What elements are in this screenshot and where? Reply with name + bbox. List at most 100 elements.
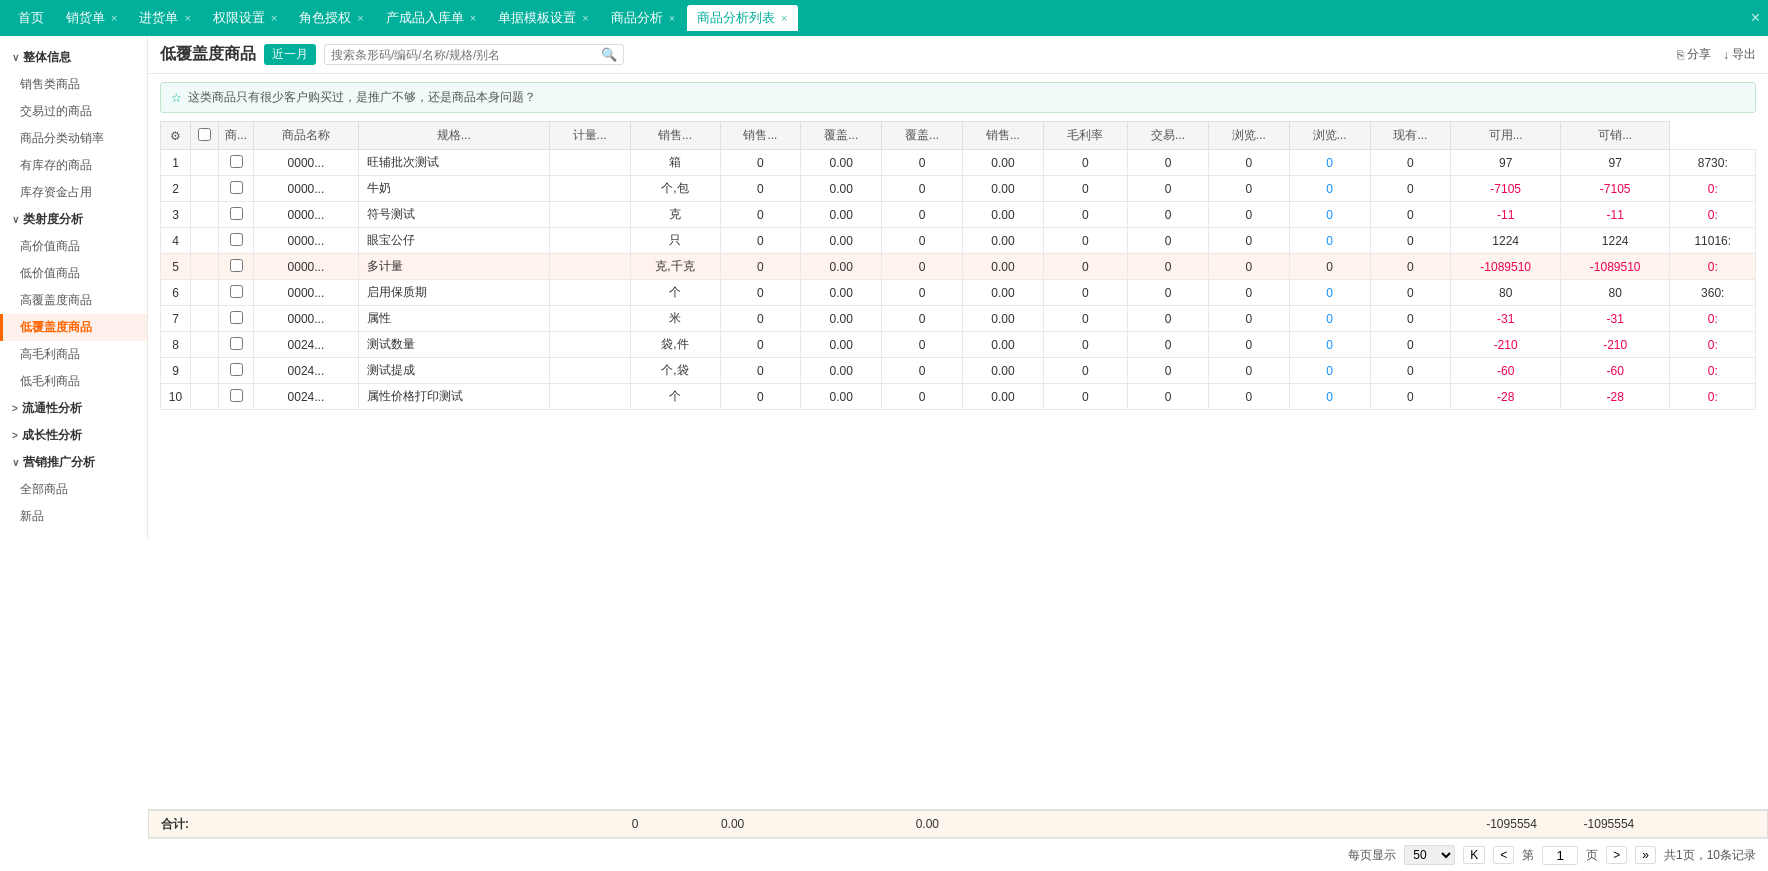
row-checkbox-cell[interactable] — [219, 150, 254, 176]
sidebar-item-high-value[interactable]: 高价值商品 — [0, 233, 147, 260]
close-tab-icon[interactable]: × — [357, 12, 363, 24]
sidebar-section-growth[interactable]: > 成长性分析 — [0, 422, 147, 449]
row-checkbox[interactable] — [230, 207, 243, 220]
sidebar-item-all-goods[interactable]: 全部商品 — [0, 476, 147, 503]
th-spec[interactable]: 规格... — [358, 122, 549, 150]
last-page-button[interactable]: » — [1635, 846, 1656, 864]
sidebar-item-new-goods[interactable]: 新品 — [0, 503, 147, 530]
row-browse1[interactable]: 0 — [1289, 254, 1370, 280]
close-tab-icon[interactable]: × — [781, 12, 787, 24]
window-close-button[interactable]: × — [1751, 9, 1760, 27]
row-checkbox-cell[interactable] — [219, 332, 254, 358]
nav-tab-purchase[interactable]: 进货单 × — [129, 5, 200, 31]
th-transaction[interactable]: 交易... — [1128, 122, 1209, 150]
row-checkbox-cell[interactable] — [219, 254, 254, 280]
row-browse1[interactable]: 0 — [1289, 228, 1370, 254]
nav-tab-sales[interactable]: 销货单 × — [56, 5, 127, 31]
close-tab-icon[interactable]: × — [184, 12, 190, 24]
sidebar-item-low-profit[interactable]: 低毛利商品 — [0, 368, 147, 395]
sidebar-item-category-rate[interactable]: 商品分类动销率 — [0, 125, 147, 152]
th-unit[interactable]: 计量... — [549, 122, 630, 150]
row-browse1[interactable]: 0 — [1289, 202, 1370, 228]
th-sales-qty[interactable]: 销售... — [630, 122, 720, 150]
th-name[interactable]: 商品名称 — [254, 122, 359, 150]
sidebar-item-traded-goods[interactable]: 交易过的商品 — [0, 98, 147, 125]
row-checkbox[interactable] — [230, 181, 243, 194]
th-available[interactable]: 可用... — [1451, 122, 1561, 150]
close-tab-icon[interactable]: × — [470, 12, 476, 24]
th-code[interactable]: 商... — [219, 122, 254, 150]
sidebar-section-coverage[interactable]: ∨ 类射度分析 — [0, 206, 147, 233]
search-input[interactable] — [331, 48, 597, 62]
row-cov2: 0.00 — [963, 306, 1044, 332]
th-checkbox[interactable] — [191, 122, 219, 150]
row-cov2: 0.00 — [963, 280, 1044, 306]
nav-tab-permissions[interactable]: 权限设置 × — [203, 5, 287, 31]
next-page-button[interactable]: > — [1606, 846, 1627, 864]
row-sales2: 0 — [1043, 306, 1127, 332]
row-browse1[interactable]: 0 — [1289, 150, 1370, 176]
search-icon[interactable]: 🔍 — [601, 47, 617, 62]
row-current: 97 — [1451, 150, 1561, 176]
sidebar-item-low-coverage[interactable]: 低覆盖度商品 — [0, 314, 147, 341]
row-checkbox[interactable] — [230, 285, 243, 298]
select-all-checkbox[interactable] — [198, 128, 211, 141]
row-checkbox-cell[interactable] — [219, 358, 254, 384]
sidebar-item-high-profit[interactable]: 高毛利商品 — [0, 341, 147, 368]
row-browse1[interactable]: 0 — [1289, 306, 1370, 332]
row-checkbox-cell[interactable] — [219, 228, 254, 254]
nav-tab-products[interactable]: 产成品入库单 × — [376, 5, 486, 31]
sidebar-section-marketing[interactable]: ∨ 营销推广分析 — [0, 449, 147, 476]
close-tab-icon[interactable]: × — [582, 12, 588, 24]
row-browse1[interactable]: 0 — [1289, 332, 1370, 358]
row-checkbox-cell[interactable] — [219, 280, 254, 306]
nav-tab-analysis[interactable]: 商品分析 × — [601, 5, 685, 31]
th-browse2[interactable]: 浏览... — [1289, 122, 1370, 150]
row-checkbox[interactable] — [230, 259, 243, 272]
th-coverage1[interactable]: 覆盖... — [801, 122, 882, 150]
nav-tab-analysis-list[interactable]: 商品分析列表 × — [687, 5, 797, 31]
row-browse1[interactable]: 0 — [1289, 176, 1370, 202]
close-tab-icon[interactable]: × — [111, 12, 117, 24]
th-current[interactable]: 现有... — [1370, 122, 1451, 150]
th-sales2[interactable]: 销售... — [963, 122, 1044, 150]
row-checkbox-cell[interactable] — [219, 306, 254, 332]
export-button[interactable]: ↓ 导出 — [1723, 46, 1756, 63]
sidebar-section-liquidity[interactable]: > 流通性分析 — [0, 395, 147, 422]
nav-tab-templates[interactable]: 单据模板设置 × — [488, 5, 598, 31]
row-checkbox-cell[interactable] — [219, 176, 254, 202]
nav-home[interactable]: 首页 — [8, 5, 54, 31]
th-sellable[interactable]: 可销... — [1560, 122, 1670, 150]
sidebar-item-capital[interactable]: 库存资金占用 — [0, 179, 147, 206]
first-page-button[interactable]: K — [1463, 846, 1485, 864]
sidebar-item-stock-goods[interactable]: 有库存的商品 — [0, 152, 147, 179]
row-checkbox[interactable] — [230, 311, 243, 324]
nav-tab-roles[interactable]: 角色授权 × — [289, 5, 373, 31]
th-browse1[interactable]: 浏览... — [1208, 122, 1289, 150]
share-button[interactable]: ⎘ 分享 — [1677, 46, 1711, 63]
close-tab-icon[interactable]: × — [669, 12, 675, 24]
page-size-select[interactable]: 50 20 100 200 — [1404, 845, 1455, 865]
sidebar-item-sales-goods[interactable]: 销售类商品 — [0, 71, 147, 98]
row-checkbox[interactable] — [230, 337, 243, 350]
row-checkbox[interactable] — [230, 155, 243, 168]
th-settings[interactable]: ⚙ — [161, 122, 191, 150]
row-checkbox[interactable] — [230, 363, 243, 376]
row-checkbox[interactable] — [230, 389, 243, 402]
sidebar-item-high-coverage[interactable]: 高覆盖度商品 — [0, 287, 147, 314]
prev-page-button[interactable]: < — [1493, 846, 1514, 864]
row-checkbox-cell[interactable] — [219, 202, 254, 228]
sidebar-section-overall[interactable]: ∨ 整体信息 — [0, 44, 147, 71]
th-sales-amt[interactable]: 销售... — [720, 122, 801, 150]
th-gross-rate[interactable]: 毛利率 — [1043, 122, 1127, 150]
row-checkbox-cell[interactable] — [219, 384, 254, 410]
page-number-input[interactable] — [1542, 846, 1578, 865]
row-browse1[interactable]: 0 — [1289, 358, 1370, 384]
period-button[interactable]: 近一月 — [264, 44, 316, 65]
sidebar-item-low-value[interactable]: 低价值商品 — [0, 260, 147, 287]
close-tab-icon[interactable]: × — [271, 12, 277, 24]
th-coverage2[interactable]: 覆盖... — [882, 122, 963, 150]
row-checkbox[interactable] — [230, 233, 243, 246]
row-browse1[interactable]: 0 — [1289, 384, 1370, 410]
row-browse1[interactable]: 0 — [1289, 280, 1370, 306]
